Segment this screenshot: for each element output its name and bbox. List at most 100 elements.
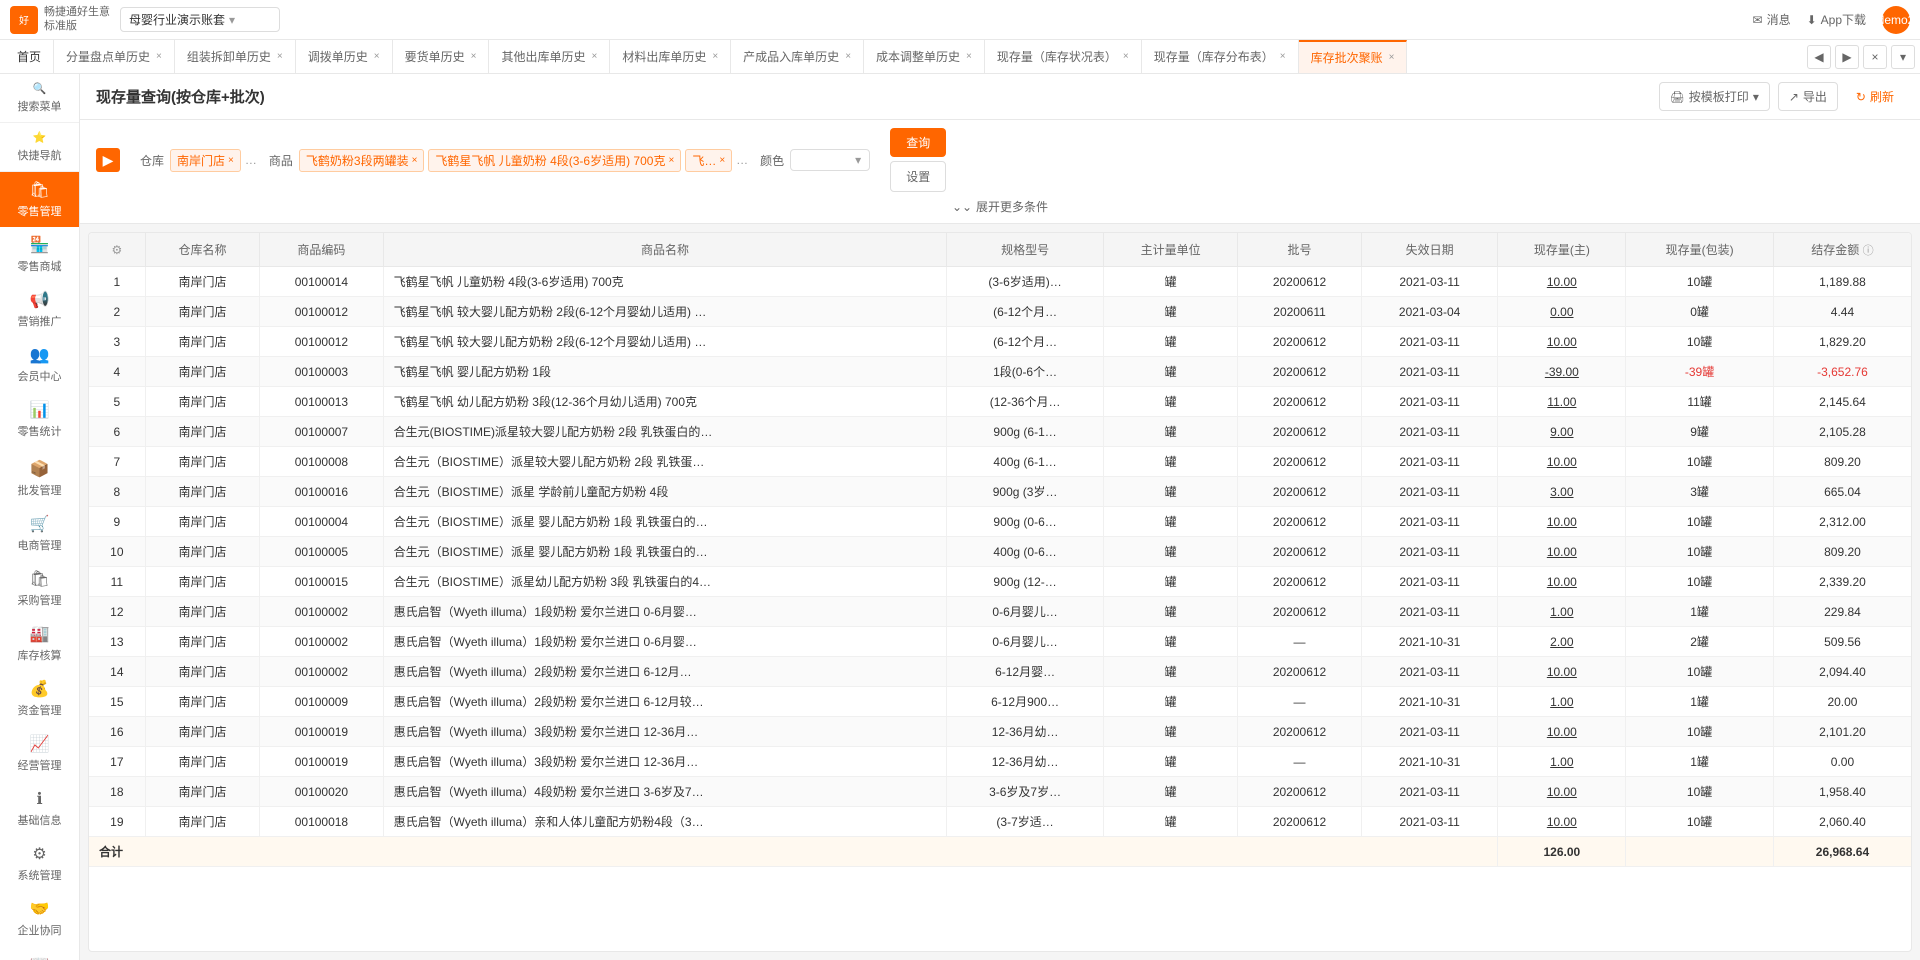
sidebar-item-basic-info[interactable]: ℹ 基础信息 [0,781,79,836]
tab-material-outbound[interactable]: 材料出库单历史 × [610,40,731,74]
th-expire: 失效日期 [1361,233,1498,267]
tab-inventory-status[interactable]: 现存量（库存状况表） × [985,40,1142,74]
close-icon[interactable]: × [591,51,597,62]
goods-more-btn[interactable]: … [736,153,748,167]
warehouse-more-btn[interactable]: … [245,153,257,167]
goods-tag-2: 飞鹤星飞帆 儿童奶粉 4段(3-6岁适用) 700克 × [428,149,681,172]
cell-stock-main[interactable]: 11.00 [1498,387,1626,417]
remove-goods-tag2-btn[interactable]: × [668,155,674,166]
cell-code: 00100003 [260,357,383,387]
cell-stock-main[interactable]: 10.00 [1498,327,1626,357]
tab-next-btn[interactable]: ▶ [1835,45,1859,69]
sidebar-item-retail-shop[interactable]: 🏪 零售商城 [0,227,79,282]
cell-warehouse: 南岸门店 [145,597,260,627]
cell-stock-main[interactable]: 0.00 [1498,297,1626,327]
cell-stock-main[interactable]: 10.00 [1498,717,1626,747]
cell-stock-main[interactable]: 2.00 [1498,627,1626,657]
sidebar-item-marketing[interactable]: 📢 营销推广 [0,282,79,337]
export-btn[interactable]: ↗ 导出 [1778,82,1838,111]
account-selector[interactable]: 母婴行业演示账套 ▾ [120,7,280,32]
query-btn[interactable]: 查询 [890,128,946,157]
refresh-btn[interactable]: ↻ 刷新 [1846,83,1904,110]
cell-batch: 20200612 [1238,267,1361,297]
cell-stock-main[interactable]: 3.00 [1498,477,1626,507]
cell-balance: 1,189.88 [1773,267,1911,297]
close-icon[interactable]: × [1123,51,1129,62]
close-icon[interactable]: × [1280,51,1286,62]
cell-stock-main[interactable]: 1.00 [1498,687,1626,717]
color-filter-input[interactable]: ▾ [790,149,870,171]
sidebar-item-system[interactable]: ⚙ 系统管理 [0,836,79,891]
tab-other-outbound[interactable]: 其他出库单历史 × [489,40,610,74]
messages-btn[interactable]: ✉ 消息 [1753,11,1791,28]
cell-stock-main[interactable]: 10.00 [1498,657,1626,687]
sidebar-item-guide[interactable]: 📖 新手引导 [0,946,79,960]
remove-goods-tag3-btn[interactable]: × [719,155,725,166]
cell-stock-pkg: 10罐 [1626,717,1774,747]
cell-stock-main[interactable]: 10.00 [1498,507,1626,537]
expand-more-conditions[interactable]: ⌄⌄ 展开更多条件 [952,198,1048,215]
cell-stock-main[interactable]: 10.00 [1498,267,1626,297]
table-row: 6 南岸门店 00100007 合生元(BIOSTIME)派星较大婴儿配方奶粉 … [89,417,1911,447]
close-icon[interactable]: × [845,51,851,62]
tab-warehouse-batch[interactable]: 库存批次聚账 × [1299,40,1408,74]
close-icon[interactable]: × [966,51,972,62]
tab-close-btn[interactable]: × [1863,45,1887,69]
sidebar-item-wholesale[interactable]: 📦 批发管理 [0,451,79,506]
sidebar-search[interactable]: 🔍 搜索菜单 [0,74,79,123]
cell-name: 惠氏启智（Wyeth illuma）4段奶粉 爱尔兰进口 3-6岁及7… [383,777,947,807]
sidebar-item-enterprise[interactable]: 🤝 企业协同 [0,891,79,946]
tab-requisition[interactable]: 要货单历史 × [393,40,490,74]
cell-stock-main[interactable]: -39.00 [1498,357,1626,387]
cell-stock-main[interactable]: 10.00 [1498,807,1626,837]
close-icon[interactable]: × [471,51,477,62]
table-row: 4 南岸门店 00100003 飞鹤星飞帆 婴儿配方奶粉 1段 1段(0-6个…… [89,357,1911,387]
sidebar-item-retail-stats[interactable]: 📊 零售统计 [0,392,79,447]
th-settings[interactable]: ⚙ [89,233,145,267]
tab-transfer[interactable]: 调拨单历史 × [296,40,393,74]
sidebar-item-retail-mgmt[interactable]: 🛍 零售管理 [0,172,79,227]
cell-spec: 400g (0-6… [947,537,1104,567]
remove-goods-tag1-btn[interactable]: × [412,155,418,166]
tab-prev-btn[interactable]: ◀ [1807,45,1831,69]
tab-menu-btn[interactable]: ▾ [1891,45,1915,69]
tab-split-inventory[interactable]: 分量盘点单历史 × [54,40,175,74]
close-icon[interactable]: × [277,51,283,62]
goods-tag-3: 飞… × [685,149,732,172]
sidebar-item-operation[interactable]: 📈 经营管理 [0,726,79,781]
app-download-btn[interactable]: ⬇ App下载 [1807,11,1866,28]
print-btn[interactable]: 🖨 按模板打印 ▾ [1659,82,1770,111]
cell-balance: 1,958.40 [1773,777,1911,807]
remove-warehouse-tag-btn[interactable]: × [228,155,234,166]
sidebar-item-ecommerce[interactable]: 🛒 电商管理 [0,506,79,561]
tab-cost-adjust[interactable]: 成本调整单历史 × [864,40,985,74]
cell-stock-main[interactable]: 1.00 [1498,597,1626,627]
filter-expand-btn[interactable]: ▶ [96,148,120,172]
sidebar-item-warehouse[interactable]: 🏭 库存核算 [0,616,79,671]
sidebar-item-finance[interactable]: 💰 资金管理 [0,671,79,726]
cell-stock-main[interactable]: 10.00 [1498,537,1626,567]
sidebar-quick-nav[interactable]: ⭐ 快捷导航 [0,123,79,172]
goods-tag-1: 飞鹤奶粉3段两罐装 × [299,149,425,172]
sidebar-item-purchase[interactable]: 🛍 采购管理 [0,561,79,616]
close-icon[interactable]: × [712,51,718,62]
tab-home[interactable]: 首页 [5,40,54,74]
close-icon[interactable]: × [156,51,162,62]
sidebar-item-member[interactable]: 👥 会员中心 [0,337,79,392]
cell-no: 15 [89,687,145,717]
cell-expire: 2021-03-04 [1361,297,1498,327]
tab-product-inbound[interactable]: 产成品入库单历史 × [731,40,864,74]
cell-stock-main[interactable]: 10.00 [1498,567,1626,597]
close-icon[interactable]: × [1389,52,1395,63]
cell-name: 合生元(BIOSTIME)派星较大婴儿配方奶粉 2段 乳铁蛋白的… [383,417,947,447]
cell-stock-main[interactable]: 1.00 [1498,747,1626,777]
cell-stock-main[interactable]: 10.00 [1498,447,1626,477]
tab-disassemble[interactable]: 组装拆卸单历史 × [175,40,296,74]
tab-inventory-dist[interactable]: 现存量（库存分布表） × [1142,40,1299,74]
settings-btn[interactable]: 设置 [890,161,946,192]
info-icon[interactable]: ⓘ [1863,245,1874,257]
close-icon[interactable]: × [374,51,380,62]
cell-stock-main[interactable]: 9.00 [1498,417,1626,447]
user-avatar[interactable]: demo2 [1882,6,1910,34]
cell-stock-main[interactable]: 10.00 [1498,777,1626,807]
